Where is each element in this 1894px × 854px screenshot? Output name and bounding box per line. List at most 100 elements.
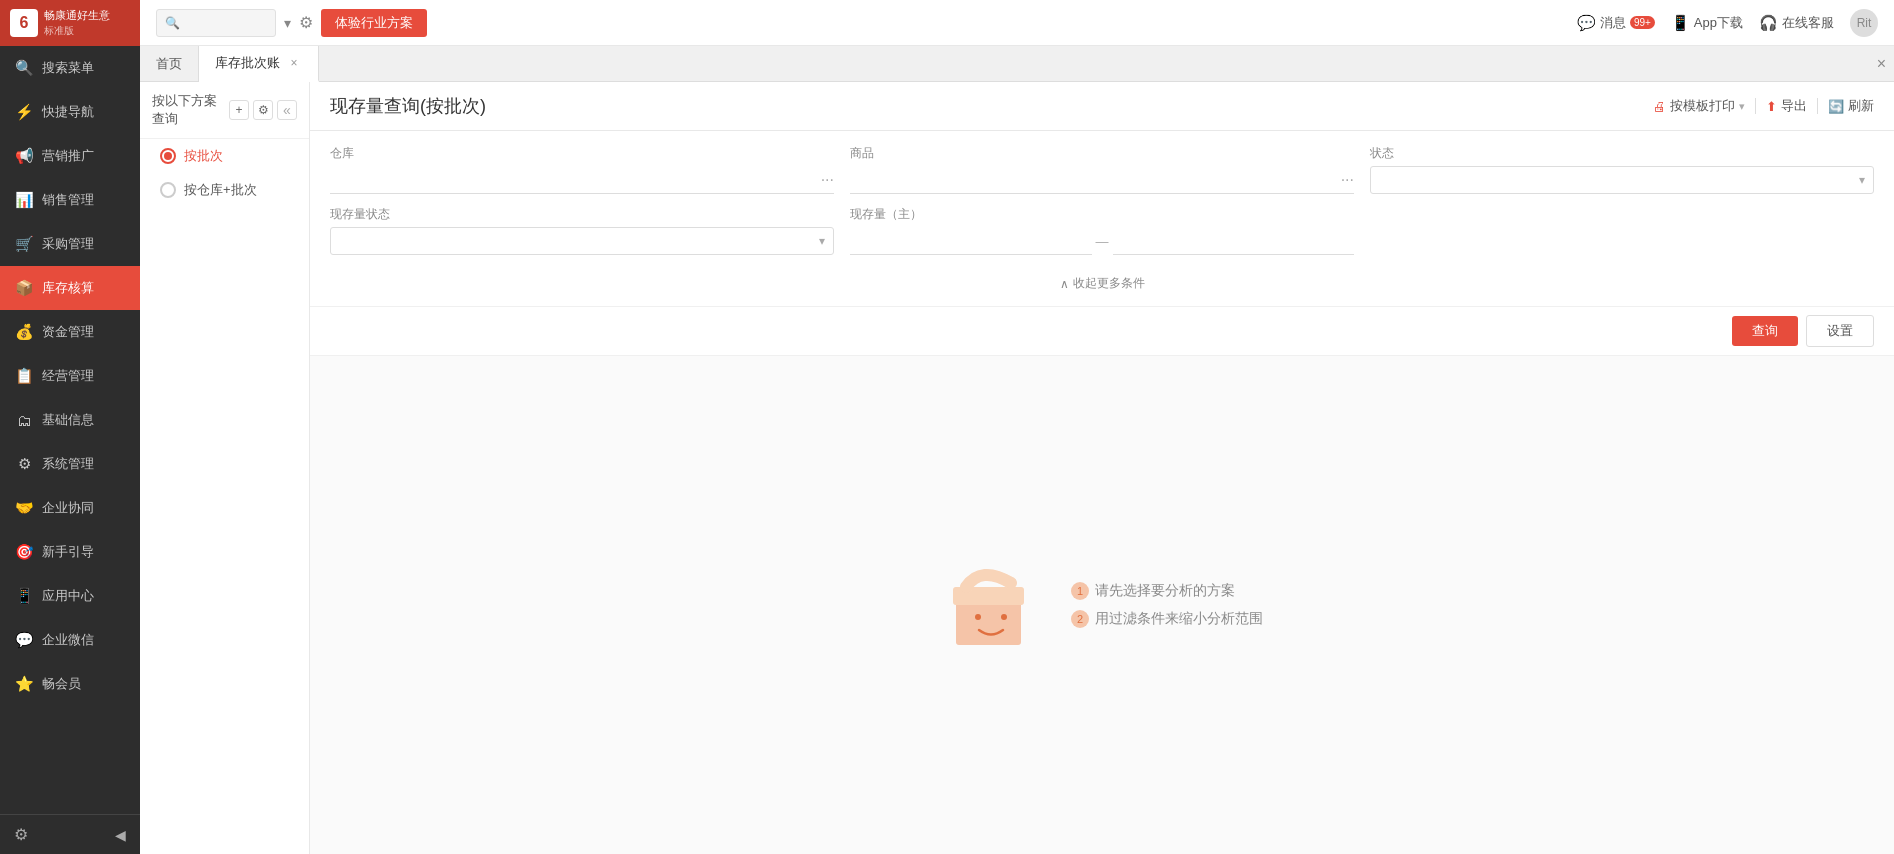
filter-row-1: 仓库 ··· 商品 ··· 状态 — [330, 145, 1874, 194]
scheme-dot-active — [160, 148, 176, 164]
message-icon: 💬 — [1577, 14, 1596, 32]
sidebar-item-label: 库存核算 — [42, 279, 94, 297]
filter-add-btn[interactable]: + — [229, 100, 249, 120]
sidebar-item-basic[interactable]: 🗂 基础信息 — [0, 398, 140, 442]
warehouse-label: 仓库 — [330, 145, 834, 162]
filter-row-2: 现存量状态 ▾ 现存量（主） — — [330, 206, 1874, 255]
app-brand: 畅康通好生意 — [44, 8, 110, 23]
print-icon: 🖨 — [1653, 99, 1666, 114]
online-service-btn[interactable]: 🎧 在线客服 — [1759, 14, 1834, 32]
sidebar-item-label: 新手引导 — [42, 543, 94, 561]
topbar-dropdown-icon[interactable]: ▾ — [284, 15, 291, 31]
sidebar-item-label: 资金管理 — [42, 323, 94, 341]
experience-btn[interactable]: 体验行业方案 — [321, 9, 427, 37]
filter-panel-header: 按以下方案查询 + ⚙ « — [140, 82, 309, 139]
quick-nav-icon: ⚡ — [14, 102, 34, 122]
finance-icon: 💰 — [14, 322, 34, 342]
messages-btn[interactable]: 💬 消息 99+ — [1577, 14, 1655, 32]
enterprise-icon: 🤝 — [14, 498, 34, 518]
topbar-right: 💬 消息 99+ 📱 App下载 🎧 在线客服 Rit — [1577, 9, 1878, 37]
sidebar-item-finance[interactable]: 💰 资金管理 — [0, 310, 140, 354]
tab-close-btn[interactable]: × — [286, 55, 302, 71]
sidebar-item-system[interactable]: ⚙ 系统管理 — [0, 442, 140, 486]
warehouse-input[interactable]: ··· — [330, 166, 834, 194]
product-input[interactable]: ··· — [850, 166, 1354, 194]
action-row: 查询 设置 — [310, 307, 1894, 356]
inventory-icon: 📦 — [14, 278, 34, 298]
app-download-btn[interactable]: 📱 App下载 — [1671, 14, 1743, 32]
system-icon: ⚙ — [14, 454, 34, 474]
svg-point-3 — [1001, 614, 1007, 620]
tab-home-label: 首页 — [156, 55, 182, 73]
sidebar-item-label: 营销推广 — [42, 147, 94, 165]
topbar-settings-icon[interactable]: ⚙ — [299, 13, 313, 32]
inventory-status-select[interactable]: ▾ — [330, 227, 834, 255]
sidebar-item-search[interactable]: 🔍 搜索菜单 — [0, 46, 140, 90]
sidebar-item-member[interactable]: ⭐ 畅会员 — [0, 662, 140, 706]
sidebar-item-newbie[interactable]: 🎯 新手引导 — [0, 530, 140, 574]
app-edition: 标准版 — [44, 24, 110, 38]
topbar-search-box[interactable]: 🔍 — [156, 9, 276, 37]
sidebar-item-label: 销售管理 — [42, 191, 94, 209]
sidebar-nav: 🔍 搜索菜单 ⚡ 快捷导航 📢 营销推广 📊 销售管理 🛒 采购管理 📦 库存核… — [0, 46, 140, 814]
sidebar-settings-btn[interactable]: ⚙ — [14, 825, 28, 844]
sidebar-item-inventory[interactable]: 📦 库存核算 — [0, 266, 140, 310]
user-avatar[interactable]: Rit — [1850, 9, 1878, 37]
sidebar-item-label: 经营管理 — [42, 367, 94, 385]
query-btn[interactable]: 查询 — [1732, 316, 1798, 346]
empty-text: 1 请先选择要分析的方案 2 用过滤条件来缩小分析范围 — [1071, 582, 1263, 628]
scheme-item-warehouse-batch[interactable]: 按仓库+批次 — [140, 173, 309, 207]
sidebar-collapse-btn[interactable]: ◀ — [115, 827, 126, 843]
sidebar-item-marketing[interactable]: 📢 营销推广 — [0, 134, 140, 178]
print-label: 按模板打印 — [1670, 97, 1735, 115]
sidebar-item-app-center[interactable]: 📱 应用中心 — [0, 574, 140, 618]
sidebar-item-sales[interactable]: 📊 销售管理 — [0, 178, 140, 222]
filter-product-field: 商品 ··· — [850, 145, 1354, 194]
filter-status-field: 状态 ▾ — [1370, 145, 1874, 194]
sidebar-item-label: 应用中心 — [42, 587, 94, 605]
product-more-icon[interactable]: ··· — [1341, 171, 1354, 189]
status-select[interactable]: ▾ — [1370, 166, 1874, 194]
filter-collapse-btn[interactable]: « — [277, 100, 297, 120]
content-area: 按以下方案查询 + ⚙ « 按批次 按仓库+批次 — [140, 82, 1894, 854]
wechat-icon: 💬 — [14, 630, 34, 650]
tab-active-label: 库存批次账 — [215, 54, 280, 72]
scheme-item-batch[interactable]: 按批次 — [140, 139, 309, 173]
print-btn[interactable]: 🖨 按模板打印 ▾ — [1653, 97, 1745, 115]
app-logo: 6 — [10, 9, 38, 37]
sidebar-item-purchase[interactable]: 🛒 采购管理 — [0, 222, 140, 266]
sidebar-item-wechat[interactable]: 💬 企业微信 — [0, 618, 140, 662]
sidebar-item-quick-nav[interactable]: ⚡ 快捷导航 — [0, 90, 140, 134]
sales-icon: 📊 — [14, 190, 34, 210]
sidebar-item-operation[interactable]: 📋 经营管理 — [0, 354, 140, 398]
tab-bar-close-btn[interactable]: × — [1877, 55, 1886, 73]
quantity-to-input[interactable] — [1113, 227, 1355, 255]
warehouse-more-icon[interactable]: ··· — [821, 171, 834, 189]
settings-btn[interactable]: 设置 — [1806, 315, 1874, 347]
sidebar-item-label: 搜索菜单 — [42, 59, 94, 77]
svg-rect-0 — [956, 600, 1021, 645]
app-center-icon: 📱 — [14, 586, 34, 606]
sidebar: 6 畅康通好生意 标准版 🔍 搜索菜单 ⚡ 快捷导航 📢 营销推广 📊 销售管理… — [0, 0, 140, 854]
messages-label: 消息 — [1600, 14, 1626, 32]
search-icon: 🔍 — [14, 58, 34, 78]
refresh-btn[interactable]: 🔄 刷新 — [1828, 97, 1874, 115]
refresh-label: 刷新 — [1848, 97, 1874, 115]
tab-home[interactable]: 首页 — [140, 46, 199, 82]
quantity-range: — — [850, 227, 1354, 255]
filter-settings-btn[interactable]: ⚙ — [253, 100, 273, 120]
headset-icon: 🎧 — [1759, 14, 1778, 32]
page-header: 现存量查询(按批次) 🖨 按模板打印 ▾ ⬆ 导出 🔄 — [310, 82, 1894, 131]
sidebar-item-enterprise[interactable]: 🤝 企业协同 — [0, 486, 140, 530]
tab-inventory-batch[interactable]: 库存批次账 × — [199, 46, 319, 82]
step1-text: 请先选择要分析的方案 — [1095, 582, 1235, 600]
quantity-from-input[interactable] — [850, 227, 1092, 255]
tab-bar: 首页 库存批次账 × × — [140, 46, 1894, 82]
step2-text: 用过滤条件来缩小分析范围 — [1095, 610, 1263, 628]
collapse-more-btn[interactable]: ∧ 收起更多条件 — [330, 267, 1874, 292]
sidebar-footer: ⚙ ◀ — [0, 814, 140, 854]
sidebar-item-label: 基础信息 — [42, 411, 94, 429]
sidebar-header: 6 畅康通好生意 标准版 — [0, 0, 140, 46]
export-btn[interactable]: ⬆ 导出 — [1766, 97, 1807, 115]
purchase-icon: 🛒 — [14, 234, 34, 254]
